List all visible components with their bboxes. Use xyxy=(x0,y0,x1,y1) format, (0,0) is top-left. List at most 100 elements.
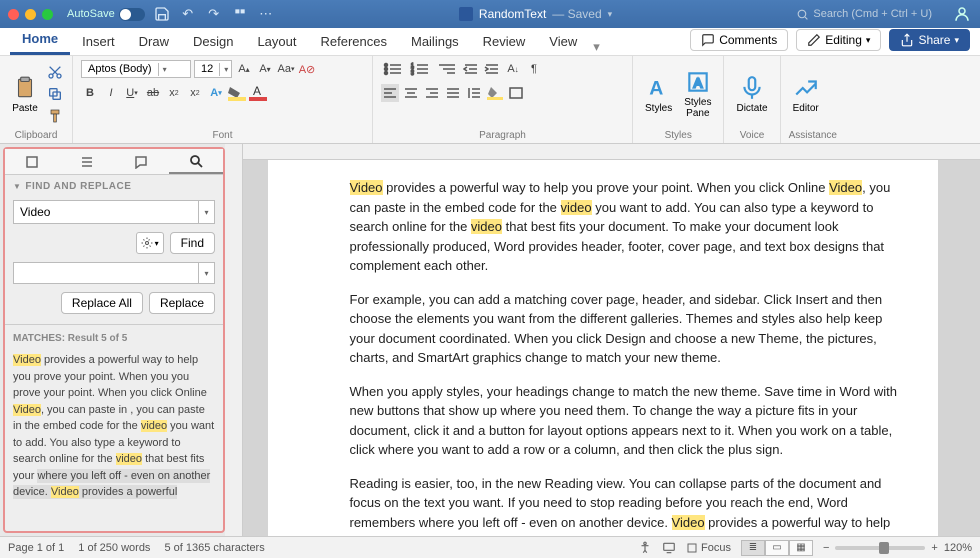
tab-insert[interactable]: Insert xyxy=(70,28,127,55)
superscript-icon[interactable]: x2 xyxy=(186,84,204,102)
underline-icon[interactable]: U▾ xyxy=(123,84,141,102)
font-color-icon[interactable]: A xyxy=(249,84,267,102)
share-button[interactable]: Share ▾ xyxy=(889,29,970,51)
focus-mode-button[interactable]: Focus xyxy=(686,542,731,554)
dictate-button[interactable]: Dictate xyxy=(732,73,771,116)
increase-font-icon[interactable]: A▴ xyxy=(235,60,253,78)
group-label: Clipboard xyxy=(8,128,64,141)
undo-icon[interactable]: ↶ xyxy=(179,5,197,23)
replace-input[interactable] xyxy=(13,262,199,284)
tab-home[interactable]: Home xyxy=(10,25,70,55)
view-print-layout[interactable]: ≣ xyxy=(741,540,765,556)
status-page[interactable]: Page 1 of 1 xyxy=(8,542,64,554)
numbering-icon[interactable]: 123 xyxy=(408,60,432,78)
tab-overflow-icon[interactable]: ▾ xyxy=(593,39,600,55)
bullets-icon[interactable] xyxy=(381,60,405,78)
editor-button[interactable]: Editor xyxy=(789,73,823,116)
redo-icon[interactable]: ↷ xyxy=(205,5,223,23)
find-input[interactable] xyxy=(13,200,199,224)
replace-history-dropdown[interactable]: ▾ xyxy=(199,262,215,284)
copy-icon[interactable] xyxy=(46,85,64,103)
autosave-toggle[interactable]: AutoSave xyxy=(67,8,145,21)
status-words[interactable]: 1 of 250 words xyxy=(78,542,150,554)
decrease-font-icon[interactable]: A▾ xyxy=(256,60,274,78)
align-left-icon[interactable] xyxy=(381,84,399,102)
zoom-slider[interactable] xyxy=(835,546,925,550)
increase-indent-icon[interactable] xyxy=(483,60,501,78)
minimize-window[interactable] xyxy=(25,9,36,20)
show-marks-icon[interactable]: ¶ xyxy=(525,60,543,78)
horizontal-ruler[interactable] xyxy=(243,144,980,160)
account-icon[interactable] xyxy=(952,4,972,24)
tab-review[interactable]: Review xyxy=(471,28,538,55)
highlight-icon[interactable] xyxy=(228,84,246,102)
shading-icon[interactable] xyxy=(486,84,504,102)
change-case-icon[interactable]: Aa▾ xyxy=(277,60,295,78)
close-window[interactable] xyxy=(8,9,19,20)
justify-icon[interactable] xyxy=(444,84,462,102)
status-chars[interactable]: 5 of 1365 characters xyxy=(164,542,264,554)
clear-formatting-icon[interactable]: A⊘ xyxy=(298,60,316,78)
editing-mode-button[interactable]: Editing ▾ xyxy=(796,29,881,51)
bold-icon[interactable]: B xyxy=(81,84,99,102)
zoom-out-button[interactable]: − xyxy=(823,542,829,554)
comments-button[interactable]: Comments xyxy=(690,29,788,51)
styles-button[interactable]: A Styles xyxy=(641,73,676,116)
navtab-thumbnails[interactable] xyxy=(5,149,60,174)
decrease-indent-icon[interactable] xyxy=(462,60,480,78)
align-right-icon[interactable] xyxy=(423,84,441,102)
tab-design[interactable]: Design xyxy=(181,28,245,55)
chevron-down-icon: ▾ xyxy=(219,63,232,76)
zoom-in-button[interactable]: + xyxy=(931,542,937,554)
strikethrough-icon[interactable]: ab xyxy=(144,84,162,102)
text-effects-icon[interactable]: A▾ xyxy=(207,84,225,102)
multilevel-icon[interactable] xyxy=(435,60,459,78)
styles-pane-button[interactable]: A Styles Pane xyxy=(680,67,715,121)
find-history-dropdown[interactable]: ▾ xyxy=(199,200,215,224)
find-options-button[interactable]: ▾ xyxy=(136,232,164,254)
subscript-icon[interactable]: x2 xyxy=(165,84,183,102)
zoom-level[interactable]: 120% xyxy=(944,542,972,554)
document-scroll[interactable]: Video provides a powerful way to help yo… xyxy=(243,160,980,536)
matches-list[interactable]: Video provides a powerful way to help yo… xyxy=(5,348,223,509)
tab-references[interactable]: References xyxy=(309,28,399,55)
share-icon xyxy=(900,33,914,47)
navtab-find[interactable] xyxy=(169,149,224,174)
navtab-headings[interactable] xyxy=(60,149,115,174)
search-box[interactable]: Search (Cmd + Ctrl + U) xyxy=(796,8,932,21)
replace-all-button[interactable]: Replace All xyxy=(61,292,143,314)
group-label: Paragraph xyxy=(381,128,624,141)
borders-icon[interactable] xyxy=(507,84,525,102)
page[interactable]: Video provides a powerful way to help yo… xyxy=(268,160,938,536)
view-outline[interactable]: ▦ xyxy=(789,540,813,556)
tab-layout[interactable]: Layout xyxy=(245,28,308,55)
collapse-icon[interactable]: ▼ xyxy=(13,182,21,191)
align-center-icon[interactable] xyxy=(402,84,420,102)
accessibility-icon[interactable] xyxy=(638,541,652,555)
quickaccess-icon[interactable] xyxy=(231,5,249,23)
tab-mailings[interactable]: Mailings xyxy=(399,28,471,55)
italic-icon[interactable]: I xyxy=(102,84,120,102)
find-button[interactable]: Find xyxy=(170,232,215,254)
sort-icon[interactable]: A↓ xyxy=(504,60,522,78)
save-icon[interactable] xyxy=(153,5,171,23)
format-painter-icon[interactable] xyxy=(46,107,64,125)
replace-button[interactable]: Replace xyxy=(149,292,215,314)
cut-icon[interactable] xyxy=(46,63,64,81)
tab-draw[interactable]: Draw xyxy=(127,28,181,55)
font-size-selector[interactable]: 12▾ xyxy=(194,60,232,78)
line-spacing-icon[interactable] xyxy=(465,84,483,102)
tab-view[interactable]: View xyxy=(537,28,589,55)
saved-status: — Saved xyxy=(552,7,601,21)
more-icon[interactable]: ⋯ xyxy=(257,5,275,23)
chevron-down-icon: ▾ xyxy=(954,35,959,46)
maximize-window[interactable] xyxy=(42,9,53,20)
display-settings-icon[interactable] xyxy=(662,541,676,555)
svg-text:A: A xyxy=(253,85,261,98)
view-web-layout[interactable]: ▭ xyxy=(765,540,789,556)
font-family-selector[interactable]: Aptos (Body)▾ xyxy=(81,60,191,78)
group-label: Font xyxy=(81,128,364,141)
document-title[interactable]: RandomText — Saved ▾ xyxy=(459,7,612,21)
paste-button[interactable]: Paste xyxy=(8,73,42,116)
navtab-reviewing[interactable] xyxy=(114,149,169,174)
